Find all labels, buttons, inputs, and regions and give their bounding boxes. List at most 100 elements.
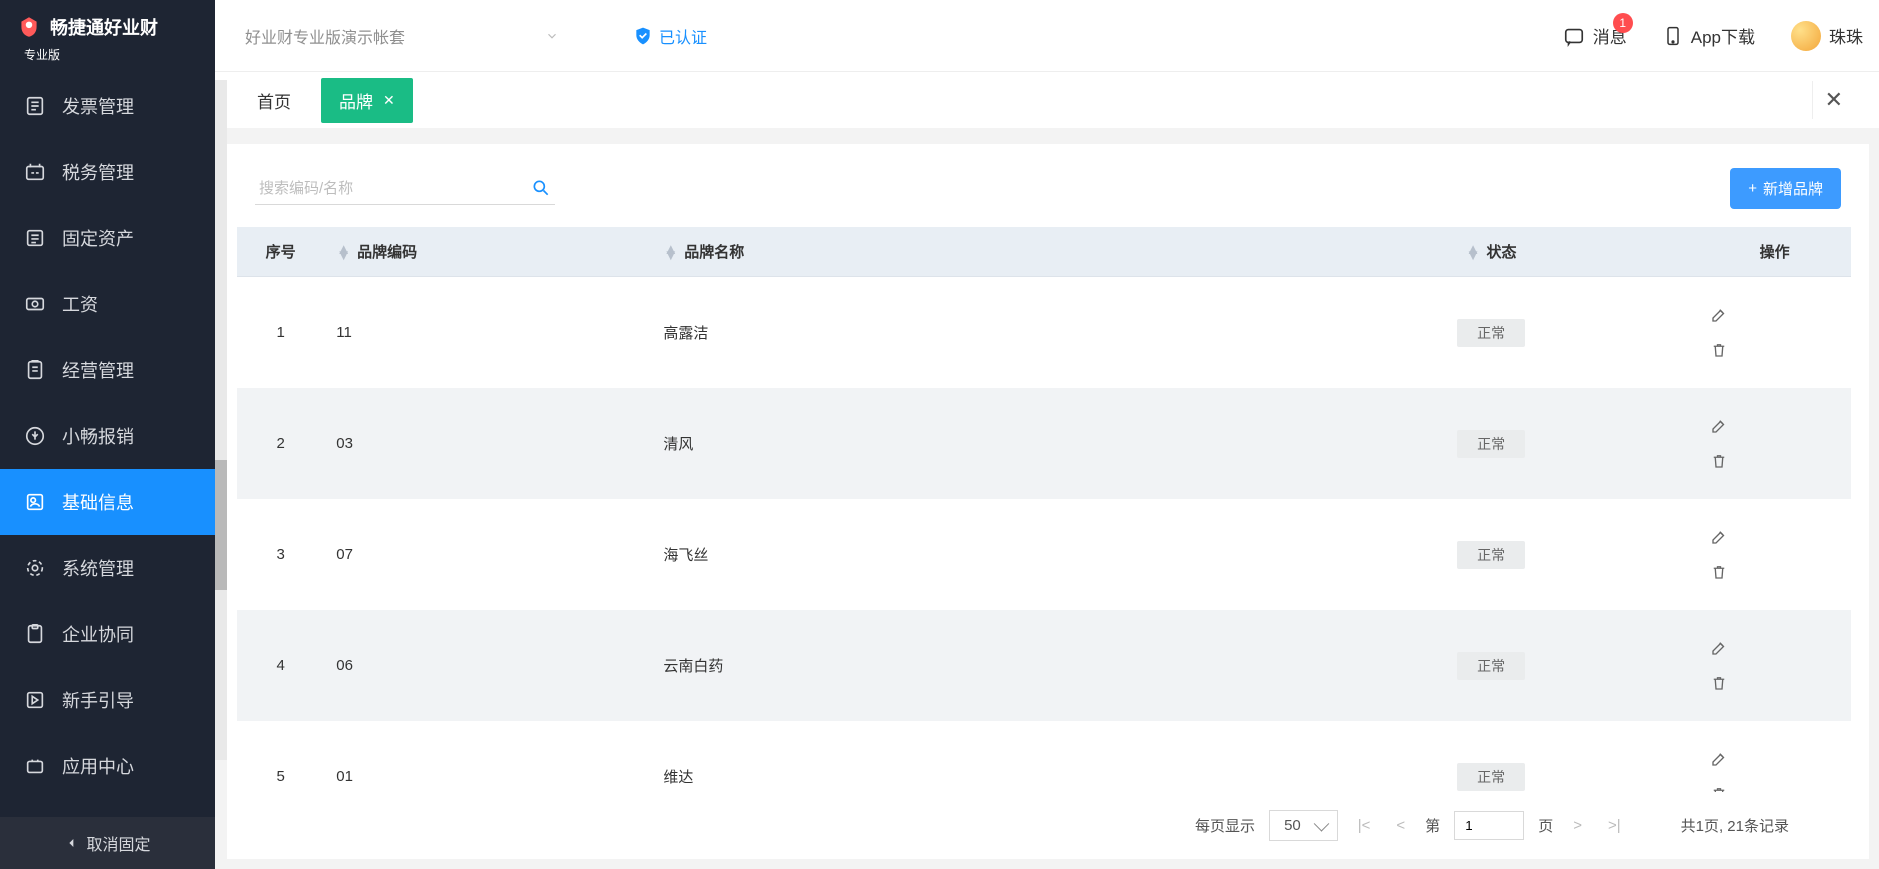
sidebar-item-basic[interactable]: 基础信息 [0,469,215,535]
panel: + 新增品牌 序号 ▲▼品牌编码 ▲▼品牌名称 ▲▼状态 操作 [227,144,1869,859]
cell-index: 4 [237,610,324,721]
sidebar-item-tax[interactable]: 税务管理 [0,139,215,205]
edit-icon[interactable] [1710,639,1839,657]
account-name: 好业财专业版演示帐套 [245,24,405,48]
brand-table: 序号 ▲▼品牌编码 ▲▼品牌名称 ▲▼状态 操作 111高露洁正常203清风正常… [237,227,1851,792]
sidebar-item-asset[interactable]: 固定资产 [0,205,215,271]
delete-icon[interactable] [1710,452,1839,470]
sidebar-item-guide[interactable]: 新手引导 [0,667,215,733]
cell-status: 正常 [1284,388,1698,499]
page-prefix: 第 [1425,815,1440,836]
avatar [1791,21,1821,51]
account-selector[interactable]: 好业财专业版演示帐套 [231,16,573,56]
cell-index: 5 [237,721,324,792]
table-row[interactable]: 406云南白药正常 [237,610,1851,721]
sidebar-item-label: 企业协同 [62,621,134,647]
search-input[interactable] [259,180,523,197]
th-name[interactable]: ▲▼品牌名称 [651,227,1284,277]
pager: 每页显示 50 |< < 第 页 > >| 共1页, 21条记录 [227,792,1869,849]
expense-icon [24,425,46,447]
sidebar-item-system[interactable]: 系统管理 [0,535,215,601]
messages-badge: 1 [1613,13,1633,33]
sidebar-item-invoice[interactable]: 发票管理 [0,73,215,139]
add-brand-label: 新增品牌 [1763,178,1823,199]
tab-brand[interactable]: 品牌 ✕ [321,78,413,123]
unpin-label: 取消固定 [86,831,150,855]
sidebar-item-operation[interactable]: 经营管理 [0,337,215,403]
th-code[interactable]: ▲▼品牌编码 [324,227,651,277]
cell-code: 03 [324,388,651,499]
edit-icon[interactable] [1710,528,1839,546]
sidebar-item-label: 系统管理 [62,555,134,581]
brand-logo-icon [16,14,42,40]
salary-icon [24,293,46,315]
status-badge: 正常 [1457,430,1525,458]
unpin-button[interactable]: 取消固定 [0,817,215,869]
cell-code: 06 [324,610,651,721]
cell-index: 2 [237,388,324,499]
page-suffix: 页 [1538,815,1553,836]
th-status[interactable]: ▲▼状态 [1284,227,1698,277]
th-label: 品牌编码 [357,244,417,261]
tab-label: 品牌 [339,88,373,113]
per-page-select[interactable]: 50 [1269,810,1338,841]
delete-icon[interactable] [1710,674,1839,692]
arrow-left-icon [64,835,80,851]
tax-icon [24,161,46,183]
cell-code: 07 [324,499,651,610]
sidebar-scrollbar[interactable] [215,80,227,760]
system-icon [24,557,46,579]
sidebar-item-label: 发票管理 [62,93,134,119]
cell-name: 清风 [651,388,1284,499]
status-badge: 正常 [1457,763,1525,791]
tab-home[interactable]: 首页 [239,78,309,123]
app-download-link[interactable]: App下载 [1663,23,1755,48]
mobile-icon [1663,25,1683,47]
brand-area: 畅捷通好业财 [0,0,215,46]
page-input[interactable] [1454,811,1524,840]
table-row[interactable]: 111高露洁正常 [237,277,1851,389]
cell-status: 正常 [1284,610,1698,721]
table-wrap[interactable]: 序号 ▲▼品牌编码 ▲▼品牌名称 ▲▼状态 操作 111高露洁正常203清风正常… [227,227,1869,792]
add-brand-button[interactable]: + 新增品牌 [1730,168,1841,209]
edit-icon[interactable] [1710,417,1839,435]
edit-icon[interactable] [1710,750,1839,768]
page-first-button[interactable]: |< [1352,813,1377,838]
sidebar: 畅捷通好业财 专业版 发票管理 税务管理 固定资产 工资 经营管理 [0,0,215,869]
apps-icon [24,755,46,777]
sidebar-item-label: 小畅报销 [62,423,134,449]
table-row[interactable]: 501维达正常 [237,721,1851,792]
sidebar-item-label: 基础信息 [62,489,134,515]
user-menu[interactable]: 珠珠 [1791,21,1863,51]
status-badge: 正常 [1457,319,1525,347]
cell-name: 海飞丝 [651,499,1284,610]
th-label: 操作 [1760,244,1790,261]
delete-icon[interactable] [1710,341,1839,359]
search-icon[interactable] [531,178,551,198]
th-index: 序号 [237,227,324,277]
page-next-button[interactable]: > [1567,813,1588,838]
table-row[interactable]: 307海飞丝正常 [237,499,1851,610]
sidebar-item-label: 税务管理 [62,159,134,185]
close-icon[interactable]: ✕ [383,92,395,109]
sidebar-item-salary[interactable]: 工资 [0,271,215,337]
close-all-tabs-button[interactable]: ✕ [1812,81,1855,119]
sidebar-item-collab[interactable]: 企业协同 [0,601,215,667]
delete-icon[interactable] [1710,785,1839,792]
page-last-button[interactable]: >| [1602,813,1627,838]
asset-icon [24,227,46,249]
sidebar-item-expense[interactable]: 小畅报销 [0,403,215,469]
sidebar-item-label: 固定资产 [62,225,134,251]
shield-icon [633,26,653,46]
th-label: 品牌名称 [684,244,744,261]
basic-icon [24,491,46,513]
edit-icon[interactable] [1710,306,1839,324]
table-row[interactable]: 203清风 正常 [237,388,1851,499]
page-prev-button[interactable]: < [1390,813,1411,838]
sidebar-item-label: 应用中心 [62,753,134,779]
messages-link[interactable]: 消息 1 [1563,23,1627,48]
delete-icon[interactable] [1710,563,1839,581]
verified-badge[interactable]: 已认证 [633,24,707,48]
sidebar-item-apps[interactable]: 应用中心 [0,733,215,799]
th-ops: 操作 [1698,227,1851,277]
